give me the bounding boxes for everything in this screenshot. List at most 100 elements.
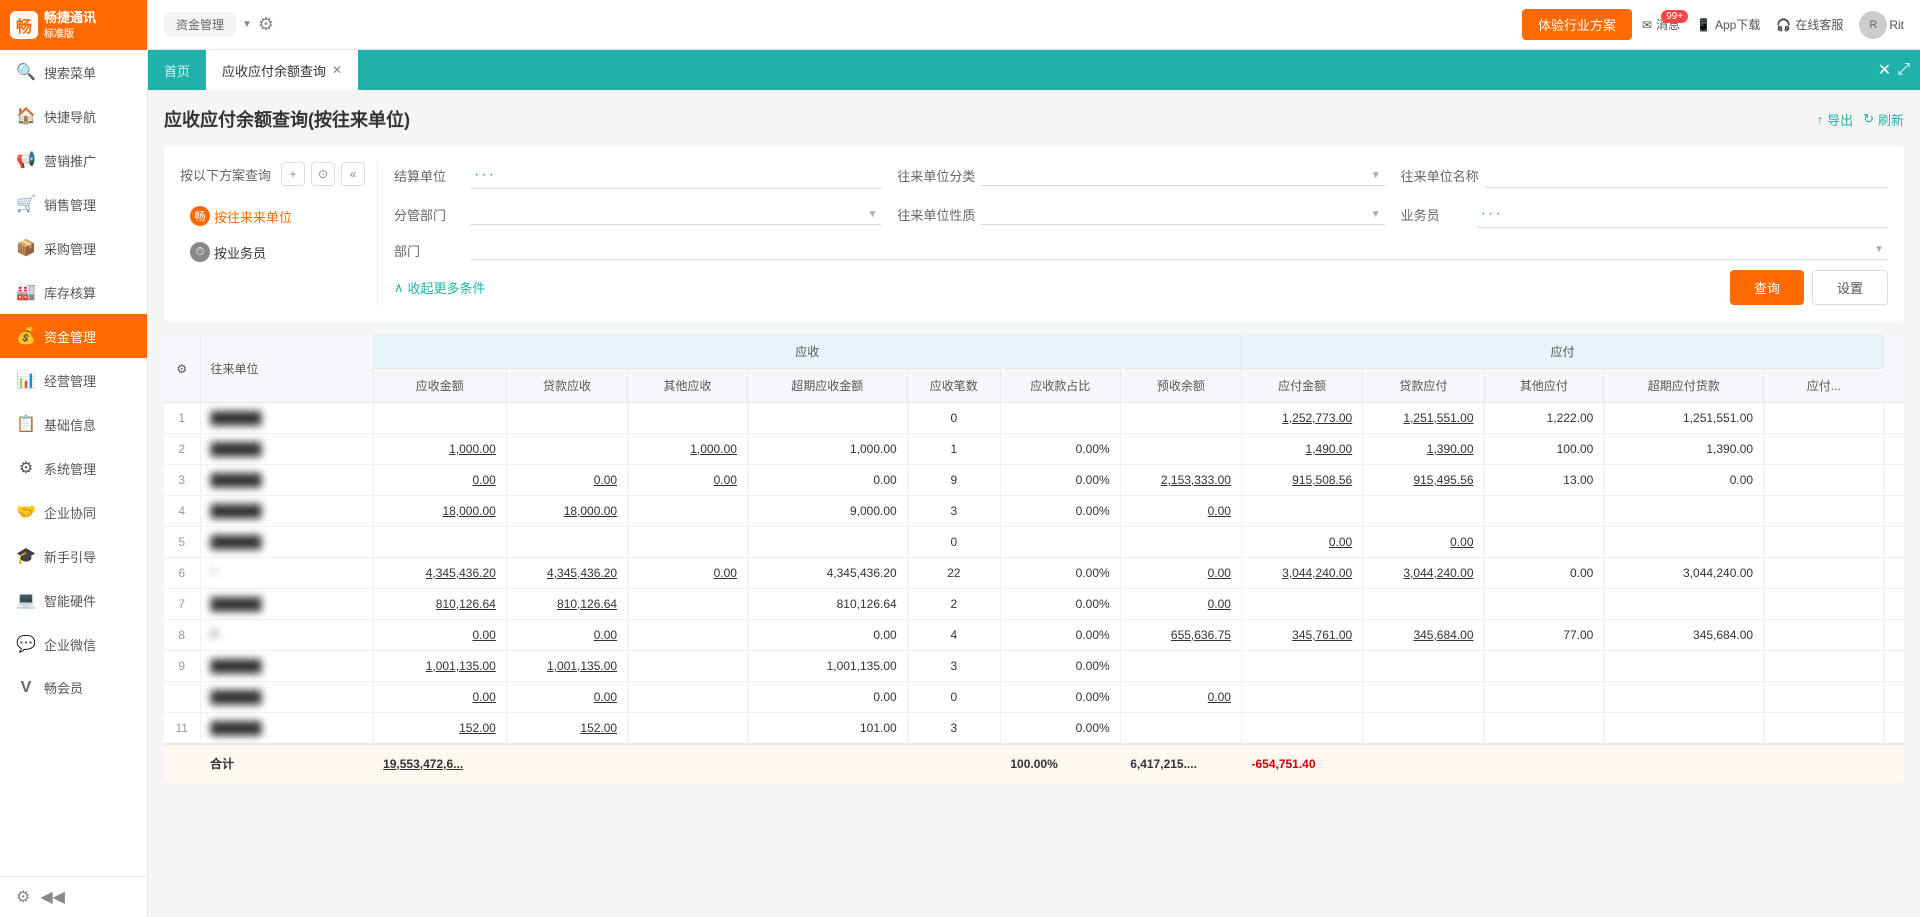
query-btn[interactable]: 查询 <box>1730 270 1804 305</box>
tab-bar: 首页 应收应付余额查询 ✕ ✕ ⤢ <box>148 50 1920 90</box>
refresh-btn[interactable]: ↻ 刷新 <box>1863 110 1904 129</box>
sidebar-collapse-icon[interactable]: ◀◀ <box>40 887 65 907</box>
th-loan-receivable: 贷款应收 <box>506 369 627 403</box>
th-overdue-receivable: 超期应收金额 <box>747 369 907 403</box>
th-other-payable: 其他应付 <box>1484 369 1604 403</box>
filter-row-1: 结算单位 ··· 往来单位分类 ▼ 往来单位名称 <box>394 162 1888 189</box>
department-select[interactable]: ▼ <box>470 240 1888 260</box>
sidebar-item-quick[interactable]: 🏠 快捷导航 <box>0 94 147 138</box>
table-row: 11██████152.00152.00101.0030.00% <box>164 713 1904 745</box>
sidebar-item-enterprise[interactable]: 🤝 企业协同 <box>0 490 147 534</box>
sidebar-item-operation[interactable]: 📊 经营管理 <box>0 358 147 402</box>
th-loan-payable: 贷款应付 <box>1363 369 1484 403</box>
guide-icon: 🎓 <box>16 546 36 566</box>
footer-loan-payable <box>1363 744 1484 782</box>
export-btn[interactable]: ↑ 导出 <box>1817 110 1854 129</box>
sidebar-item-purchase[interactable]: 📦 采购管理 <box>0 226 147 270</box>
footer-receivable-amount: 19,553,472,6... <box>373 744 506 782</box>
unit-nature-select[interactable]: ▼ <box>981 205 1384 225</box>
sidebar-item-sales[interactable]: 🛒 销售管理 <box>0 182 147 226</box>
edit-filter-btn[interactable]: ⊙ <box>311 162 335 186</box>
sidebar-item-marketing[interactable]: 📢 营销推广 <box>0 138 147 182</box>
sidebar-settings-icon[interactable]: ⚙ <box>16 887 30 907</box>
tab-close-window-icon[interactable]: ✕ <box>1878 60 1891 80</box>
settlement-input[interactable]: ··· <box>470 162 881 189</box>
th-receivable-count: 应收笔数 <box>907 369 1000 403</box>
th-receivable-amount: 应收金额 <box>373 369 506 403</box>
table-wrapper[interactable]: ⚙ 往来单位 应收 应付 应收金额 贷款应收 其他应收 超期应收金额 应收笔数 … <box>164 335 1904 782</box>
table-row: 4██████18,000.0018,000.009,000.0030.00%0… <box>164 496 1904 527</box>
filter-unit-name: 往来单位名称 <box>1401 164 1888 188</box>
footer-other-receivable <box>628 744 748 782</box>
tab-home[interactable]: 首页 <box>148 50 206 90</box>
setting-btn[interactable]: 设置 <box>1812 270 1888 305</box>
header-breadcrumb: 资金管理 <box>164 12 236 37</box>
filter-by-staff[interactable]: ⏱ 按业务员 <box>180 236 365 268</box>
sidebar-item-wechat[interactable]: 💬 企业微信 <box>0 622 147 666</box>
sidebar-item-basic[interactable]: 📋 基础信息 <box>0 402 147 446</box>
th-payable-amount: 应付金额 <box>1241 369 1362 403</box>
unit-category-arrow: ▼ <box>1371 170 1381 181</box>
sidebar-item-search[interactable]: 🔍 搜索菜单 <box>0 50 147 94</box>
marketing-icon: 📢 <box>16 150 36 170</box>
tab-bar-actions: ✕ ⤢ <box>1878 60 1920 80</box>
table-row: 6^4,345,436.204,345,436.200.004,345,436.… <box>164 558 1904 589</box>
solution-btn[interactable]: 体验行业方案 <box>1522 9 1632 40</box>
footer-scroll <box>1884 744 1905 782</box>
add-filter-btn[interactable]: + <box>281 162 305 186</box>
main-content: 应收应付余额查询(按往来单位) ↑ 导出 ↻ 刷新 按以下方案查询 + ⊙ « <box>148 90 1920 917</box>
footer-empty <box>164 744 200 782</box>
message-btn[interactable]: ✉ 消息 99+ <box>1642 16 1680 33</box>
footer-payable-more <box>1764 744 1884 782</box>
enterprise-icon: 🤝 <box>16 502 36 522</box>
sidebar-item-hardware[interactable]: 💻 智能硬件 <box>0 578 147 622</box>
dept-manager-select[interactable]: ▼ <box>470 205 881 225</box>
collapse-filter-btn[interactable]: « <box>341 162 365 186</box>
sidebar-item-finance[interactable]: 💰 资金管理 <box>0 314 147 358</box>
salesperson-input[interactable]: ··· <box>1477 201 1888 228</box>
sidebar-item-guide[interactable]: 🎓 新手引导 <box>0 534 147 578</box>
hardware-icon: 💻 <box>16 590 36 610</box>
message-icon: ✉ <box>1642 18 1652 32</box>
footer-advance-balance: 6,417,215.... <box>1120 744 1241 782</box>
unit-category-select[interactable]: ▼ <box>981 166 1384 186</box>
table-row: 1██████01,252,773.001,251,551.001,222.00… <box>164 403 1904 434</box>
unit-name-input[interactable] <box>1485 164 1888 188</box>
filter-staff-icon: ⏱ <box>190 242 210 262</box>
filter-unit-nature: 往来单位性质 ▼ <box>897 205 1384 225</box>
app-download-btn[interactable]: 📱 App下载 <box>1696 16 1760 33</box>
header-gear-icon[interactable]: ⚙ <box>258 14 274 35</box>
tab-receivable[interactable]: 应收应付余额查询 ✕ <box>206 50 358 90</box>
service-icon: 🎧 <box>1776 18 1791 32</box>
top-header: 资金管理 ▼ ⚙ 体验行业方案 ✉ 消息 99+ 📱 App下载 🎧 在线客服 … <box>148 0 1920 50</box>
filter-dept-manager: 分管部门 ▼ <box>394 205 881 225</box>
header-dropdown-icon[interactable]: ▼ <box>242 19 252 30</box>
filter-action-btns: 查询 设置 <box>1730 270 1888 305</box>
th-payable-more: 应付... <box>1764 369 1884 403</box>
table-row: 5██████00.000.00 <box>164 527 1904 558</box>
sidebar-item-system[interactable]: ⚙ 系统管理 <box>0 446 147 490</box>
th-partner: 往来单位 <box>200 335 373 403</box>
tab-expand-icon[interactable]: ⤢ <box>1897 61 1910 79</box>
th-overdue-payable: 超期应付货款 <box>1604 369 1764 403</box>
footer-receivable-count <box>907 744 1000 782</box>
filter-row-2: 分管部门 ▼ 往来单位性质 ▼ 业务员 <box>394 201 1888 228</box>
tab-close-icon[interactable]: ✕ <box>332 63 342 77</box>
export-icon: ↑ <box>1817 112 1824 127</box>
app-icon: 📱 <box>1696 18 1711 32</box>
table-row: ██████0.000.000.0000.00%0.00 <box>164 682 1904 713</box>
table-footer: 合计 19,553,472,6... 100.00% 6,417,215....… <box>164 744 1904 782</box>
th-settings[interactable]: ⚙ <box>164 335 200 403</box>
refresh-icon: ↻ <box>1863 111 1874 127</box>
page-actions: ↑ 导出 ↻ 刷新 <box>1817 110 1904 129</box>
online-service-btn[interactable]: 🎧 在线客服 <box>1776 16 1843 33</box>
collapse-more-btn[interactable]: ∧ 收起更多条件 <box>394 274 486 301</box>
sidebar-item-inventory[interactable]: 🏭 库存核算 <box>0 270 147 314</box>
page-title: 应收应付余额查询(按往来单位) <box>164 106 410 132</box>
logo-icon: 畅 <box>10 11 38 39</box>
sidebar-item-member[interactable]: V 畅会员 <box>0 666 147 709</box>
filter-by-unit[interactable]: 畅 按往来来单位 <box>180 200 365 232</box>
user-area[interactable]: R Rit <box>1859 11 1904 39</box>
table-row: 3██████0.000.000.000.0090.00%2,153,333.0… <box>164 465 1904 496</box>
filter-tools-label: 按以下方案查询 <box>180 165 271 184</box>
